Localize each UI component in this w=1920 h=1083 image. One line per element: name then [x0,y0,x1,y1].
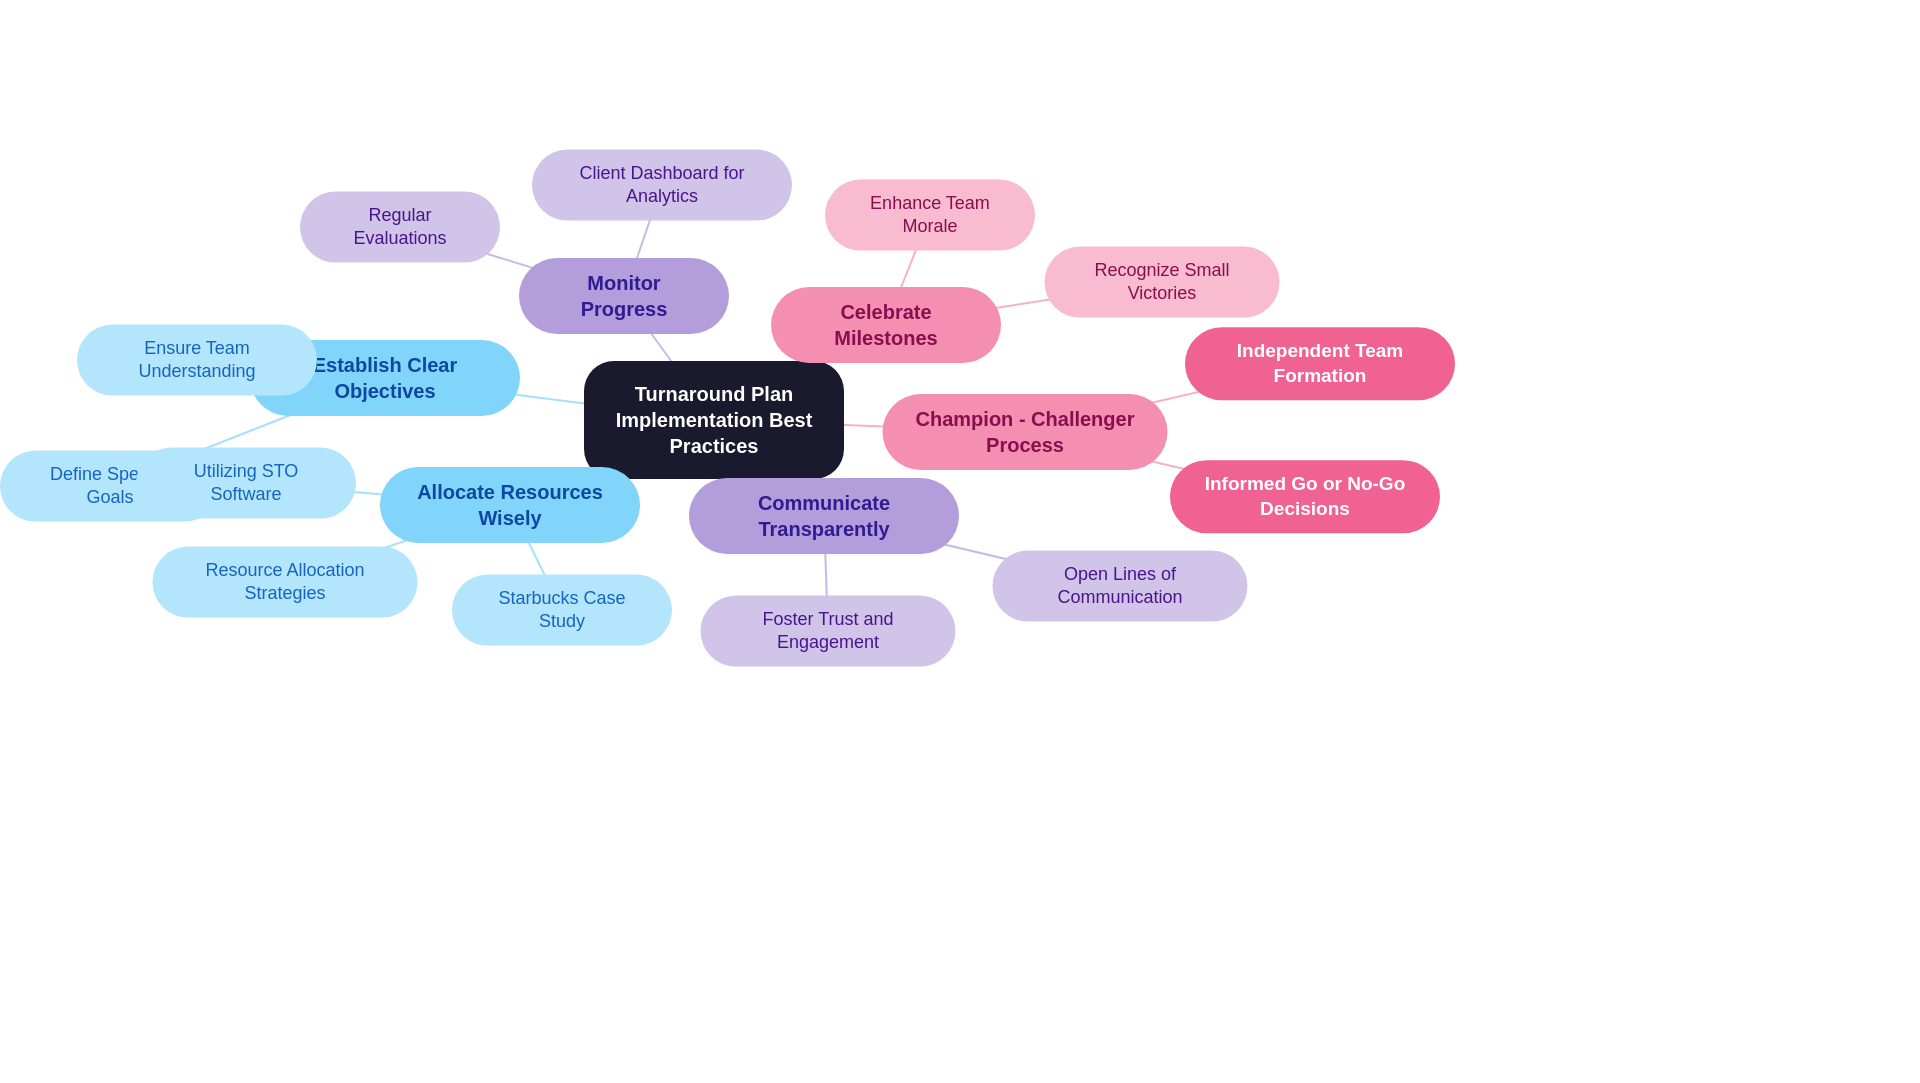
enhance-team-morale-node[interactable]: Enhance Team Morale [825,180,1035,251]
regular-evaluations-node[interactable]: Regular Evaluations [300,192,500,263]
mind-map: Turnaround Plan Implementation Best Prac… [0,0,1920,1083]
monitor-progress-node[interactable]: Monitor Progress [519,258,729,334]
resource-allocation-strategies-node[interactable]: Resource Allocation Strategies [153,547,418,618]
starbucks-case-study-node[interactable]: Starbucks Case Study [452,575,672,646]
independent-team-node[interactable]: Independent Team Formation [1185,327,1455,400]
celebrate-milestones-node[interactable]: Celebrate Milestones [771,287,1001,363]
informed-go-no-go-node[interactable]: Informed Go or No-Go Decisions [1170,460,1440,533]
foster-trust-node[interactable]: Foster Trust and Engagement [701,596,956,667]
client-dashboard-node[interactable]: Client Dashboard for Analytics [532,150,792,221]
open-lines-node[interactable]: Open Lines of Communication [993,551,1248,622]
allocate-resources-node[interactable]: Allocate Resources Wisely [380,467,640,543]
utilizing-sto-node[interactable]: Utilizing STO Software [136,448,356,519]
champion-challenger-node[interactable]: Champion - Challenger Process [883,394,1168,470]
connections-layer [0,0,1920,1083]
ensure-team-understanding-node[interactable]: Ensure Team Understanding [77,325,317,396]
center-node[interactable]: Turnaround Plan Implementation Best Prac… [584,361,844,479]
communicate-transparently-node[interactable]: Communicate Transparently [689,478,959,554]
recognize-small-victories-node[interactable]: Recognize Small Victories [1045,247,1280,318]
